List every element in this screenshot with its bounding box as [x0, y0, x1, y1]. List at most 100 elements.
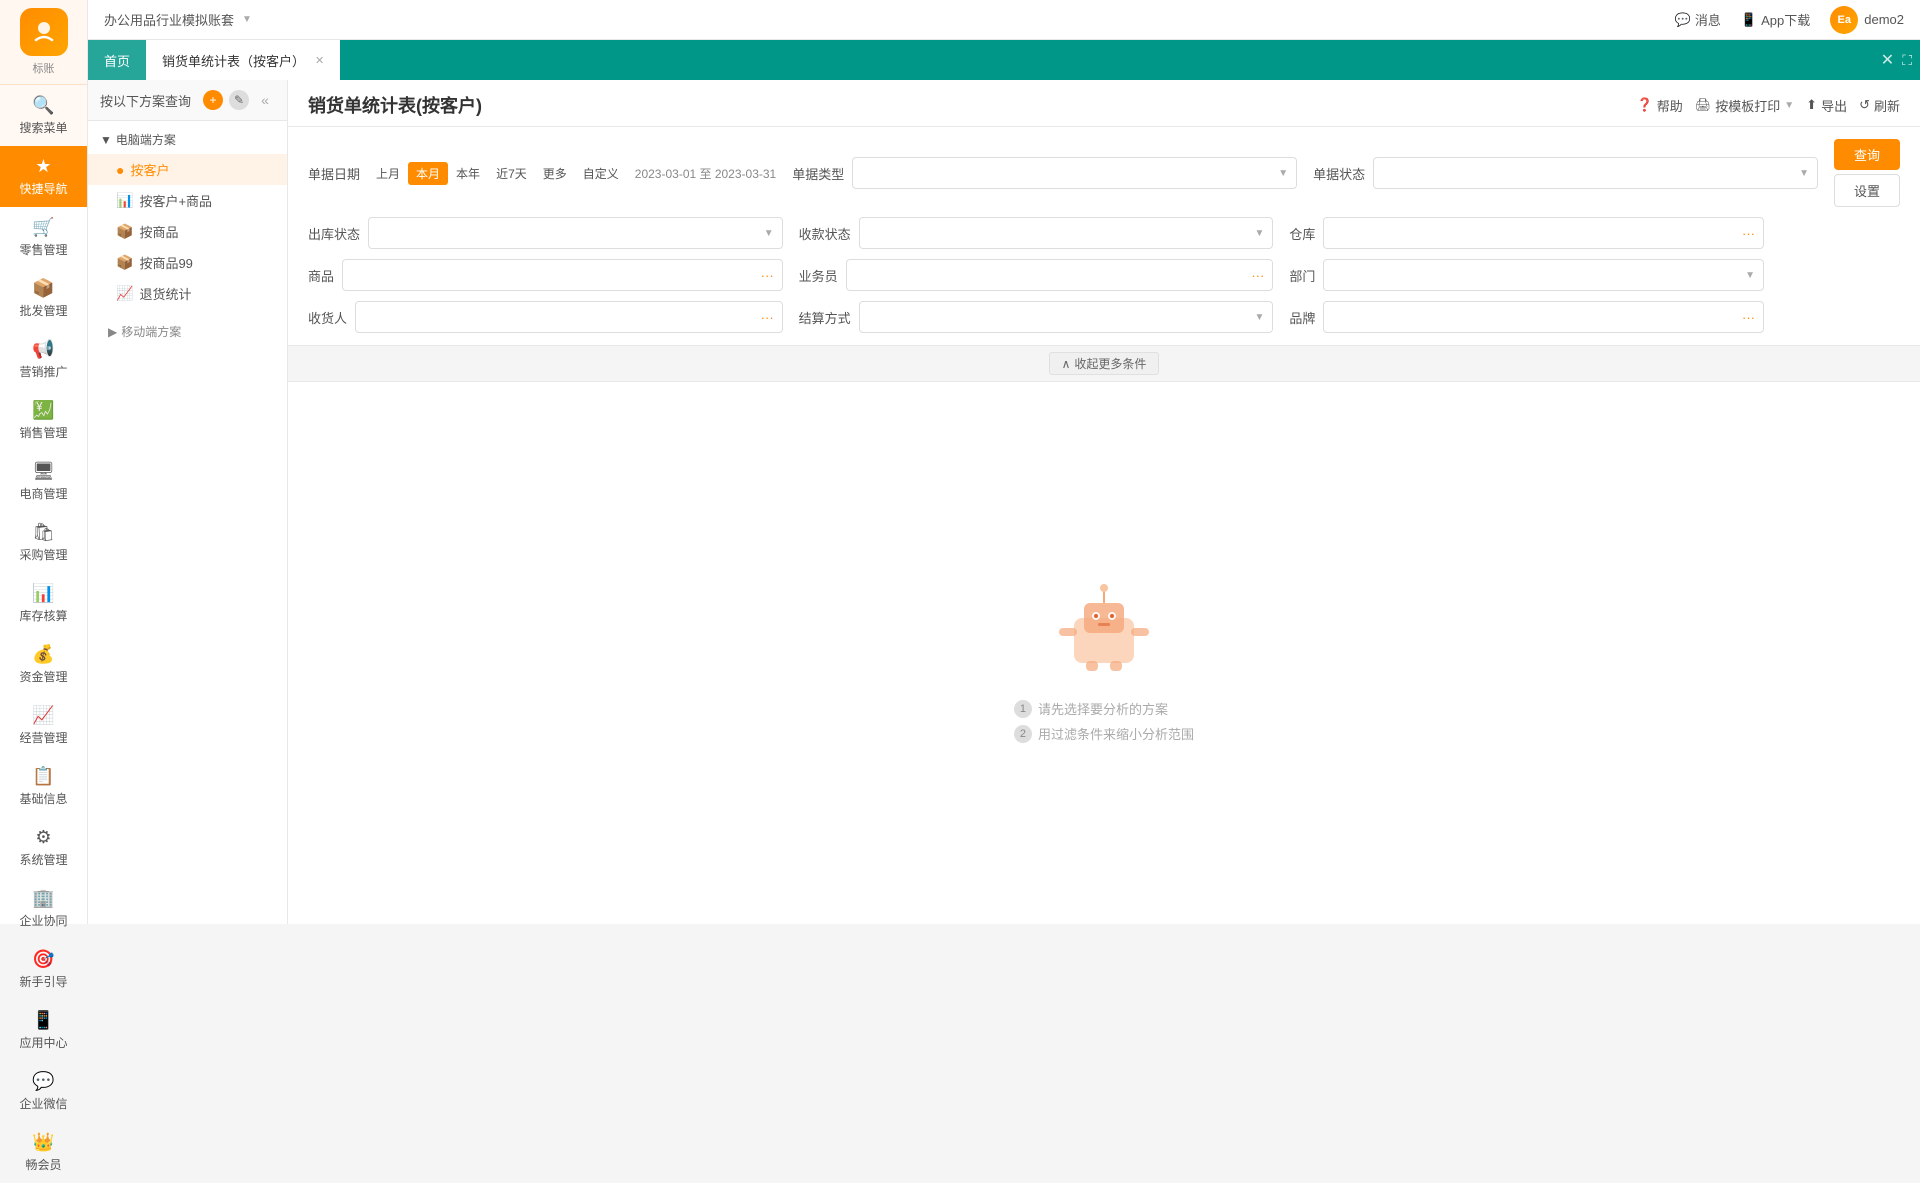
receiver-input[interactable]: ···	[355, 301, 783, 333]
user-area[interactable]: Ea demo2	[1830, 6, 1904, 34]
sidebar-item-ecommerce[interactable]: 🖥 电商管理	[0, 451, 87, 512]
product-icon: 📦	[116, 223, 133, 240]
payment-method-input[interactable]: ▼	[859, 301, 1274, 333]
sidebar-item-marketing[interactable]: 📢 营销推广	[0, 329, 87, 390]
scheme-item-by-customer[interactable]: ● 按客户	[88, 154, 287, 185]
print-dropdown-icon[interactable]: ▼	[1784, 100, 1794, 111]
date-btn-more[interactable]: 更多	[535, 162, 575, 185]
sidebar-item-label: 销售管理	[19, 424, 67, 441]
order-type-input[interactable]: ▼	[852, 157, 1297, 189]
scheme-item-by-product[interactable]: 📦 按商品	[88, 216, 287, 247]
sidebar-item-label: 企业协同	[19, 912, 67, 929]
arrow-down-icon: ▼	[100, 133, 112, 147]
collapse-more-conditions-button[interactable]: ∧ 收起更多条件	[1049, 352, 1160, 375]
date-btn-this-month[interactable]: 本月	[408, 162, 448, 185]
salesman-input[interactable]: ···	[846, 259, 1274, 291]
sidebar-item-quick-nav[interactable]: ★ 快捷导航	[0, 146, 87, 207]
collapse-label: 收起更多条件	[1074, 355, 1146, 372]
sidebar-item-wholesale[interactable]: 📦 批发管理	[0, 268, 87, 329]
sidebar-item-ops[interactable]: 📈 经营管理	[0, 695, 87, 756]
tab-home[interactable]: 首页	[88, 40, 146, 80]
tab-sales-stats[interactable]: 销货单统计表（按客户） ✕	[146, 40, 340, 80]
receiver-label: 收货人	[308, 308, 347, 327]
sidebar-item-label: 新手引导	[19, 973, 67, 990]
enterprise-wechat-icon: 💬	[32, 1071, 54, 1092]
logo-icon	[20, 8, 68, 56]
return-stats-icon: 📈	[116, 285, 133, 302]
close-window-icon[interactable]: ✕	[1881, 50, 1894, 70]
department-filter: 部门 ▼	[1289, 259, 1764, 291]
pay-status-filter: 收款状态 ▼	[799, 217, 1274, 249]
salesman-dots-icon: ···	[1251, 268, 1264, 283]
export-label: 导出	[1821, 96, 1847, 115]
topbar-title: 办公用品行业模拟账套	[104, 10, 234, 29]
system-icon: ⚙	[35, 827, 51, 848]
left-panel: 按以下方案查询 + ✎ « ▼ 电脑端方案 ● 按客户 📊 按	[88, 80, 288, 924]
sidebar-item-member[interactable]: 👑 畅会员	[0, 1122, 87, 1183]
collapse-panel-button[interactable]: «	[255, 90, 275, 110]
help-btn[interactable]: ❓ 帮助	[1637, 96, 1683, 115]
order-type-filter: 单据类型 ▼	[792, 157, 1297, 189]
sidebar-item-purchase[interactable]: 🛍 采购管理	[0, 512, 87, 573]
date-btn-last-month[interactable]: 上月	[368, 162, 408, 185]
warehouse-input[interactable]: ···	[1323, 217, 1764, 249]
quick-nav-icon: ★	[35, 156, 51, 177]
query-button[interactable]: 查询	[1834, 139, 1900, 170]
empty-text: 1 请先选择要分析的方案 2 用过滤条件来缩小分析范围	[1014, 699, 1194, 743]
edit-scheme-button[interactable]: ✎	[229, 90, 249, 110]
brand-input[interactable]: ···	[1323, 301, 1764, 333]
sidebar-item-retail[interactable]: 🛒 零售管理	[0, 207, 87, 268]
sidebar-item-new-guide[interactable]: 🎯 新手引导	[0, 939, 87, 1000]
sidebar-item-inventory[interactable]: 📊 库存核算	[0, 573, 87, 634]
scheme-item-label: 按商品99	[139, 253, 192, 272]
add-scheme-button[interactable]: +	[203, 90, 223, 110]
sidebar-item-label: 资金管理	[19, 668, 67, 685]
topbar: 办公用品行业模拟账套 ▼ 💬 消息 📱 App下载 Ea demo2	[88, 0, 1920, 40]
print-label: 按模板打印	[1715, 96, 1780, 115]
sidebar-item-app-center[interactable]: 📱 应用中心	[0, 1000, 87, 1061]
sidebar-item-finance[interactable]: 💰 资金管理	[0, 634, 87, 695]
sidebar-item-basic-info[interactable]: 📋 基础信息	[0, 756, 87, 817]
sidebar-item-enterprise[interactable]: 🏢 企业协同	[0, 878, 87, 939]
order-type-label: 单据类型	[792, 164, 844, 183]
date-label: 单据日期	[308, 164, 360, 183]
department-input[interactable]: ▼	[1323, 259, 1764, 291]
arrow-right-icon: ▶	[108, 325, 117, 339]
purchase-icon: 🛍	[32, 522, 55, 543]
empty-step1: 1 请先选择要分析的方案	[1014, 699, 1168, 718]
settings-button[interactable]: 设置	[1834, 174, 1900, 207]
action-buttons: 查询 设置	[1834, 139, 1900, 207]
order-status-chevron-icon: ▼	[1799, 168, 1809, 179]
sidebar-item-enterprise-wechat[interactable]: 💬 企业微信	[0, 1061, 87, 1122]
export-btn[interactable]: ⬆ 导出	[1806, 96, 1847, 115]
scheme-group-mobile-title[interactable]: ▶ 移动端方案	[88, 317, 287, 346]
order-type-chevron-icon: ▼	[1278, 168, 1288, 179]
fullscreen-icon[interactable]: ⛶	[1902, 52, 1912, 69]
scheme-item-by-product99[interactable]: 📦 按商品99	[88, 247, 287, 278]
order-status-label: 单据状态	[1313, 164, 1365, 183]
sidebar-item-system[interactable]: ⚙ 系统管理	[0, 817, 87, 878]
scheme-item-return-stats[interactable]: 📈 退货统计	[88, 278, 287, 309]
topbar-dropdown-icon[interactable]: ▼	[242, 14, 252, 25]
pay-status-input[interactable]: ▼	[859, 217, 1274, 249]
sidebar-item-search-menu[interactable]: 🔍 搜索菜单	[0, 85, 87, 146]
message-label: 消息	[1695, 10, 1721, 29]
scheme-item-by-customer-product[interactable]: 📊 按客户+商品	[88, 185, 287, 216]
sidebar-item-sales[interactable]: 💹 销售管理	[0, 390, 87, 451]
refresh-btn[interactable]: ↺ 刷新	[1859, 96, 1900, 115]
out-status-input[interactable]: ▼	[368, 217, 783, 249]
date-btn-this-year[interactable]: 本年	[448, 162, 488, 185]
product-input[interactable]: ···	[342, 259, 783, 291]
department-chevron-icon: ▼	[1745, 270, 1755, 281]
message-btn[interactable]: 💬 消息	[1675, 10, 1721, 29]
print-btn[interactable]: 🖨 按模板打印 ▼	[1695, 96, 1794, 115]
tab-close-icon[interactable]: ✕	[315, 54, 324, 67]
app-download-btn[interactable]: 📱 App下载	[1741, 10, 1810, 29]
filter-row-3: 商品 ··· 业务员 ··· 部门	[308, 259, 1900, 291]
scheme-group-desktop-title[interactable]: ▼ 电脑端方案	[88, 125, 287, 154]
finance-icon: 💰	[32, 644, 54, 665]
date-btn-last7days[interactable]: 近7天	[488, 162, 535, 185]
date-btn-custom[interactable]: 自定义	[575, 162, 627, 185]
customer-product-icon: 📊	[116, 192, 133, 209]
order-status-input[interactable]: ▼	[1373, 157, 1818, 189]
